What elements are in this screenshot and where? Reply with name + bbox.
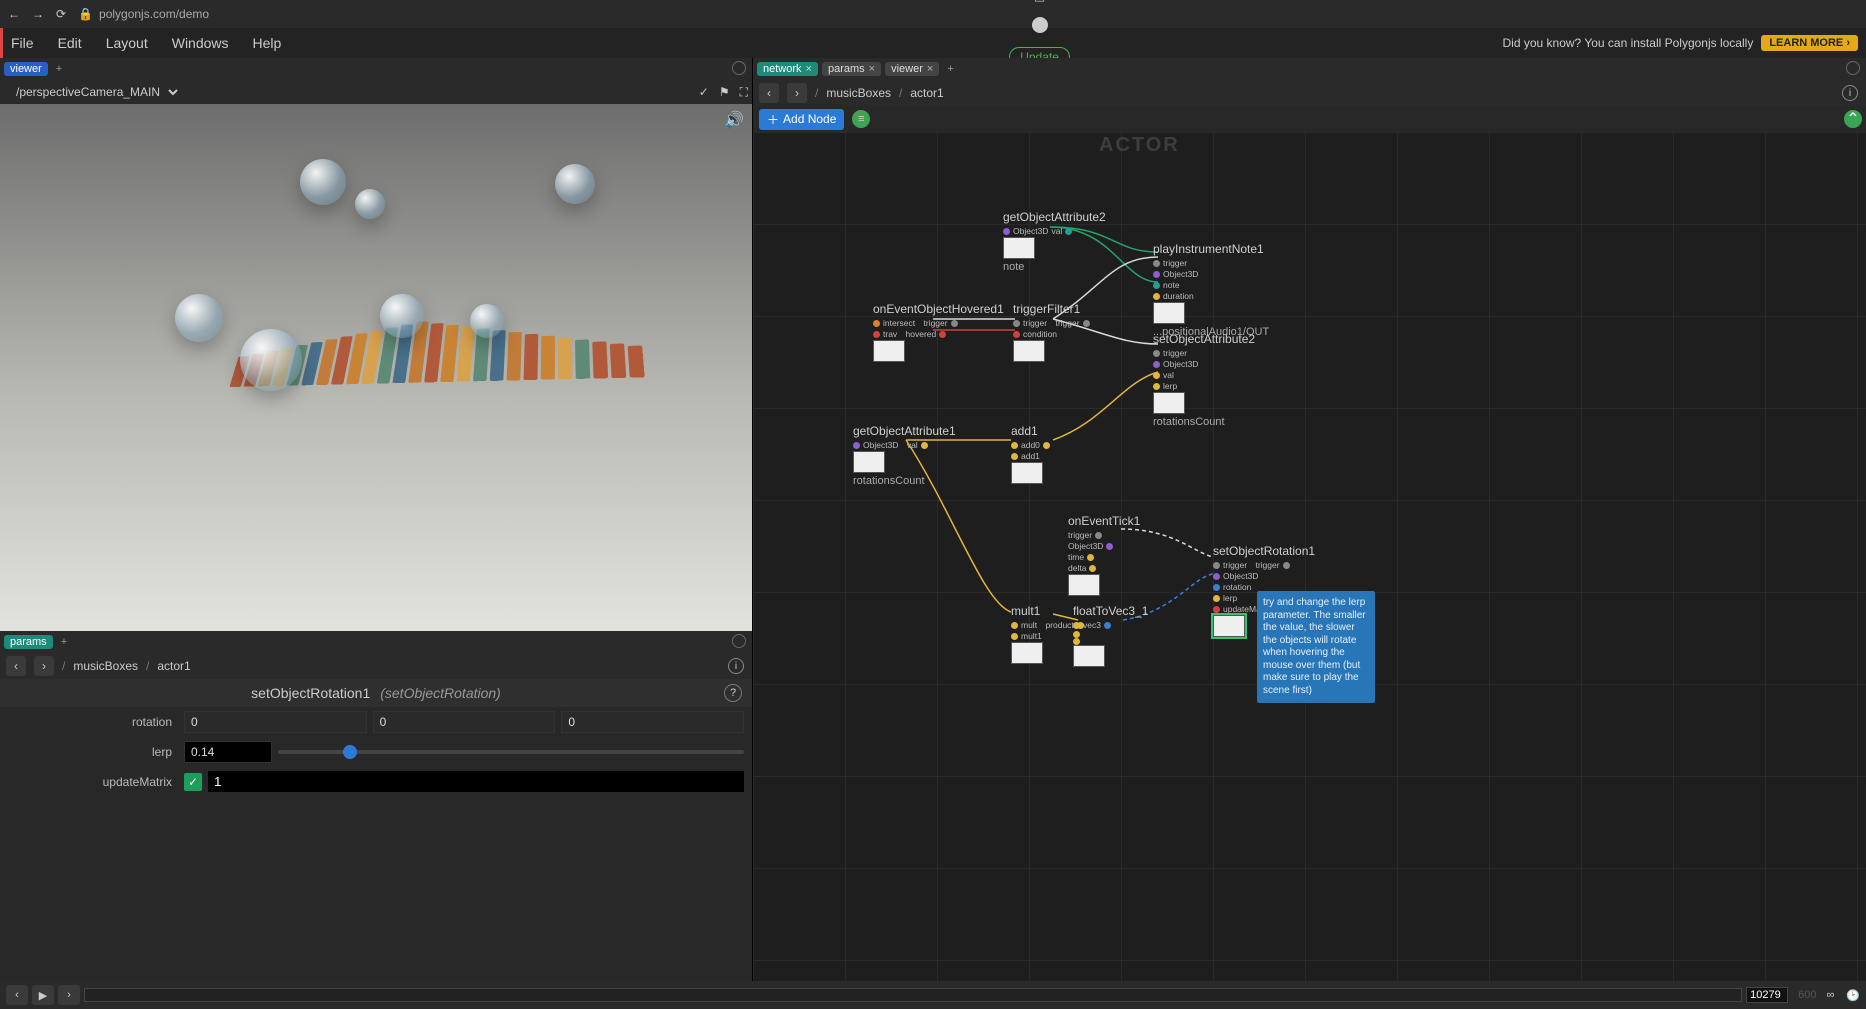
check-icon[interactable]: ✓	[699, 85, 709, 100]
node-type: (setObjectRotation)	[380, 685, 501, 701]
promo-text: Did you know? You can install Polygonjs …	[1503, 36, 1754, 50]
play-button[interactable]: ▶	[32, 985, 54, 1005]
right-tabstrip: network× params× viewer× +	[753, 58, 1866, 80]
lerp-input[interactable]	[184, 741, 272, 763]
bubble	[240, 329, 302, 391]
info-icon[interactable]: i	[1842, 85, 1858, 101]
crumb-b[interactable]: actor1	[910, 86, 943, 100]
timeline[interactable]	[84, 988, 1742, 1002]
left-tabstrip: viewer +	[0, 58, 752, 80]
rotation-label: rotation	[8, 715, 178, 729]
param-rotation: rotation	[0, 707, 752, 737]
bubble	[470, 304, 504, 338]
node-oneventtick1[interactable]: onEventTick1 trigger Object3D time delta	[1068, 514, 1140, 596]
tab-network[interactable]: network×	[757, 62, 818, 76]
reload-icon[interactable]: ⟳	[56, 7, 66, 21]
back-icon[interactable]: ←	[8, 7, 20, 21]
panel-handle-icon[interactable]	[1846, 61, 1860, 75]
crumb-a[interactable]: musicBoxes	[826, 86, 891, 100]
camera-select[interactable]: /perspectiveCamera_MAIN	[8, 82, 181, 102]
rotation-x-input[interactable]	[184, 711, 367, 733]
add-tab-button[interactable]: +	[57, 636, 71, 648]
params-header: setObjectRotation1 (setObjectRotation) ?	[0, 679, 752, 707]
tab-viewer-right[interactable]: viewer×	[885, 62, 939, 76]
param-updatematrix: updateMatrix ✓	[0, 767, 752, 796]
viewport-3d[interactable]: 🔊	[0, 104, 752, 631]
browser-chrome: ← → ⟳ 🔒 polygonjs.com/demo ⟶ ☆ ▣ Update …	[0, 0, 1866, 28]
hint-tooltip: try and change the lerp parameter. The s…	[1257, 591, 1375, 703]
profile-icon[interactable]	[1032, 17, 1048, 33]
bubble	[380, 294, 424, 338]
updatematrix-input[interactable]	[208, 771, 744, 792]
bubble	[175, 294, 223, 342]
rotation-z-input[interactable]	[561, 711, 744, 733]
next-frame-button[interactable]: ›	[58, 985, 80, 1005]
flag-icon[interactable]: ⚑	[719, 85, 730, 100]
node-setobjectattribute2[interactable]: setObjectAttribute2 trigger Object3D val…	[1153, 332, 1255, 428]
params-breadcrumb: ‹ › / musicBoxes / actor1 i	[0, 653, 752, 679]
crumb-b[interactable]: actor1	[157, 659, 190, 673]
filter-icon[interactable]: ≡	[852, 110, 870, 128]
prev-frame-button[interactable]: ‹	[6, 985, 28, 1005]
node-playinstrumentnote1[interactable]: playInstrumentNote1 trigger Object3D not…	[1153, 242, 1269, 338]
current-frame-input[interactable]	[1746, 987, 1788, 1003]
tab-params-right[interactable]: params×	[822, 62, 881, 76]
bubble	[300, 159, 346, 205]
rotation-y-input[interactable]	[373, 711, 556, 733]
url-text: polygonjs.com/demo	[99, 7, 209, 21]
nav-back-button[interactable]: ‹	[6, 656, 26, 676]
node-getobjectattribute1[interactable]: getObjectAttribute1 Object3D val rotatio…	[853, 424, 956, 487]
info-icon[interactable]: i	[728, 658, 744, 674]
bubble	[555, 164, 595, 204]
menu-help[interactable]: Help	[253, 35, 282, 51]
bubble	[355, 189, 385, 219]
node-add1[interactable]: add1 add0 add1	[1011, 424, 1050, 484]
lerp-slider[interactable]	[278, 750, 744, 754]
network-breadcrumb: ‹ › / musicBoxes / actor1 i	[753, 80, 1866, 106]
updatematrix-checkbox[interactable]: ✓	[184, 773, 202, 791]
tab-viewer[interactable]: viewer	[4, 62, 48, 76]
loop-icon[interactable]: ∞	[1826, 989, 1834, 1001]
crumb-a[interactable]: musicBoxes	[73, 659, 138, 673]
nav-fwd-button[interactable]: ›	[34, 656, 54, 676]
menu-layout[interactable]: Layout	[106, 35, 148, 51]
panel-handle-icon[interactable]	[732, 634, 746, 648]
node-getobjectattribute2[interactable]: getObjectAttribute2 Object3D val note	[1003, 210, 1106, 273]
fullscreen-icon[interactable]: ⛶	[740, 85, 748, 100]
panel-handle-icon[interactable]	[732, 61, 746, 75]
nav-fwd-button[interactable]: ›	[787, 83, 807, 103]
node-name: setObjectRotation1	[251, 685, 370, 701]
playbar: ‹ ▶ › 600 ∞ 🕑	[0, 981, 1866, 1009]
tab-params[interactable]: params	[4, 635, 53, 649]
forward-icon[interactable]: →	[32, 7, 44, 21]
help-icon[interactable]: ?	[724, 684, 742, 702]
nav-back-button[interactable]: ‹	[759, 83, 779, 103]
add-node-button[interactable]: ＋Add Node	[759, 109, 844, 130]
sound-icon[interactable]: 🔊	[724, 110, 744, 130]
node-triggerfilter1[interactable]: triggerFilter1 trigger trigger condition	[1013, 302, 1090, 362]
lerp-label: lerp	[8, 745, 178, 759]
menu-windows[interactable]: Windows	[172, 35, 229, 51]
panel-icon[interactable]: ▣	[1034, 0, 1045, 3]
menu-edit[interactable]: Edit	[58, 35, 82, 51]
add-tab-button[interactable]: +	[52, 63, 66, 75]
lock-icon: 🔒	[78, 7, 93, 21]
params-panel: params + ‹ › / musicBoxes / actor1 i set…	[0, 631, 752, 981]
camera-row: /perspectiveCamera_MAIN ✓ ⚑ ⛶	[0, 80, 752, 104]
param-lerp: lerp	[0, 737, 752, 767]
clock-icon[interactable]: 🕑	[1846, 989, 1860, 1002]
scroll-top-icon[interactable]: ⌃	[1844, 110, 1862, 128]
updatematrix-label: updateMatrix	[8, 775, 178, 789]
add-tab-button[interactable]: +	[943, 63, 957, 75]
max-frame: 600	[1792, 989, 1822, 1001]
network-toolbar: ＋Add Node ≡ ⌃	[753, 106, 1866, 132]
watermark: ACTOR	[1099, 134, 1180, 157]
learn-more-button[interactable]: LEARN MORE ›	[1761, 35, 1858, 51]
node-oneventobjecthovered1[interactable]: onEventObjectHovered1 intersect trigger …	[873, 302, 1004, 362]
menu-file[interactable]: File	[11, 35, 34, 51]
node-floattovec3[interactable]: floatToVec3_1 vec3	[1073, 604, 1148, 667]
node-editor[interactable]: ACTOR getObjectAttribute2 Object3D val	[753, 132, 1866, 981]
